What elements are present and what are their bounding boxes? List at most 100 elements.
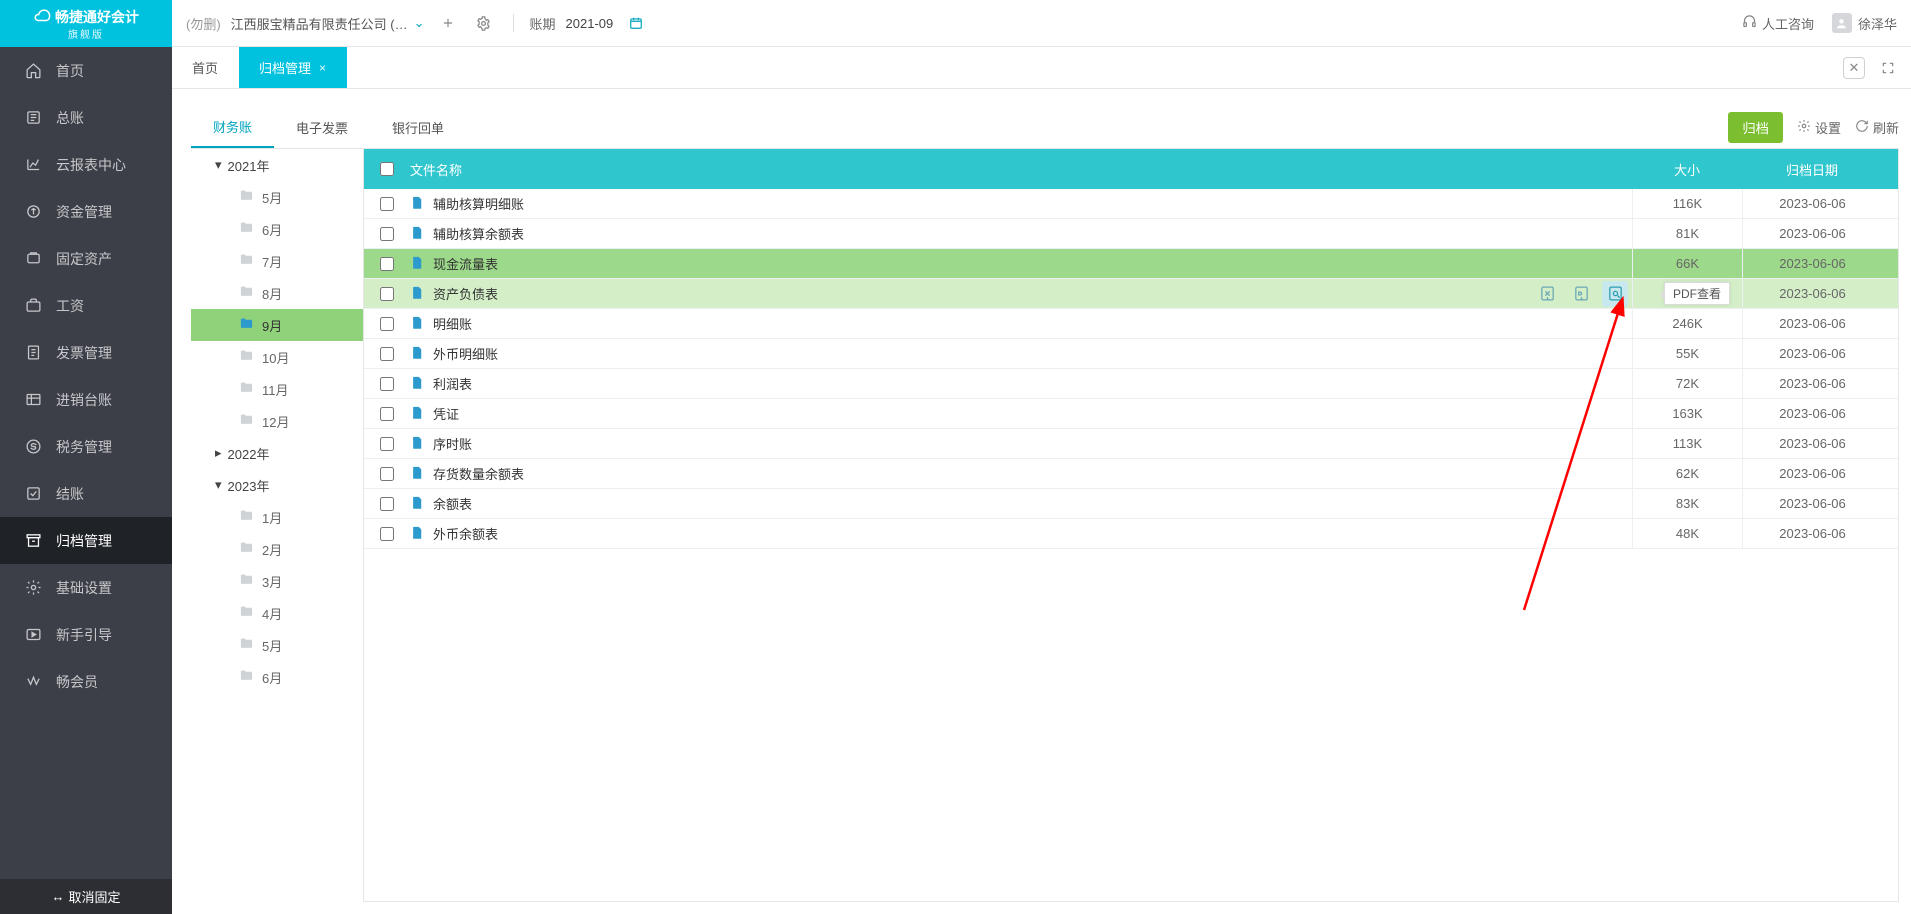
tree-month[interactable]: 5月 (191, 181, 363, 213)
table-row[interactable]: 利润表 72K 2023-06-06 (364, 369, 1898, 399)
table-row[interactable]: 余额表 83K 2023-06-06 (364, 489, 1898, 519)
nav-item-13[interactable]: 畅会员 (0, 658, 172, 705)
file-name: 余额表 (433, 494, 472, 513)
row-checkbox[interactable] (380, 407, 394, 421)
sidebar: 畅捷通好会计 旗舰版 首页总账云报表中心资金管理固定资产工资发票管理进销台账税务… (0, 0, 172, 914)
table-row[interactable]: 存货数量余额表 62K 2023-06-06 (364, 459, 1898, 489)
folder-icon (239, 284, 254, 302)
nav-item-12[interactable]: 新手引导 (0, 611, 172, 658)
settings-link[interactable]: 设置 (1797, 118, 1841, 137)
row-checkbox[interactable] (380, 317, 394, 331)
fullscreen-icon[interactable] (1875, 55, 1901, 81)
stock-icon (24, 391, 42, 409)
tree-month[interactable]: 6月 (191, 661, 363, 693)
nav-item-9[interactable]: 结账 (0, 470, 172, 517)
tree-month[interactable]: 6月 (191, 213, 363, 245)
archive-date: 2023-06-06 (1742, 489, 1882, 518)
workspace-tabs: 首页归档管理× ✕ (172, 47, 1911, 89)
nav-item-6[interactable]: 发票管理 (0, 329, 172, 376)
nav-item-5[interactable]: 工资 (0, 282, 172, 329)
tree-month[interactable]: 7月 (191, 245, 363, 277)
row-checkbox[interactable] (380, 497, 394, 511)
calendar-icon[interactable] (623, 10, 649, 36)
subtab-0[interactable]: 财务账 (191, 107, 274, 148)
download-pdf-icon[interactable] (1568, 281, 1594, 307)
company-settings-button[interactable] (471, 10, 497, 36)
table-row[interactable]: 序时账 113K 2023-06-06 (364, 429, 1898, 459)
row-checkbox[interactable] (380, 197, 394, 211)
tree-month[interactable]: 4月 (191, 597, 363, 629)
file-name: 辅助核算明细账 (433, 194, 524, 213)
period-value[interactable]: 2021-09 (566, 16, 614, 31)
row-checkbox[interactable] (380, 437, 394, 451)
period-label: 账期 (530, 14, 556, 33)
gear-icon (24, 579, 42, 597)
nav-item-3[interactable]: 资金管理 (0, 188, 172, 235)
tree-month[interactable]: 8月 (191, 277, 363, 309)
row-checkbox[interactable] (380, 227, 394, 241)
tree-month[interactable]: 9月 (191, 309, 363, 341)
folder-icon (239, 348, 254, 366)
refresh-link[interactable]: 刷新 (1855, 118, 1899, 137)
gear-icon (1797, 119, 1811, 136)
row-checkbox[interactable] (380, 287, 394, 301)
view-pdf-icon[interactable] (1602, 281, 1628, 307)
chart-icon (24, 156, 42, 174)
workspace-tab-0[interactable]: 首页 (172, 47, 239, 88)
tree-month[interactable]: 2月 (191, 533, 363, 565)
file-name: 外币明细账 (433, 344, 498, 363)
table-row[interactable]: 凭证 163K 2023-06-06 (364, 399, 1898, 429)
close-tab-icon[interactable]: × (319, 61, 326, 75)
subtab-1[interactable]: 电子发票 (274, 107, 370, 148)
folder-icon (239, 316, 254, 334)
table-row[interactable]: 外币明细账 55K 2023-06-06 (364, 339, 1898, 369)
table-row[interactable]: 辅助核算余额表 81K 2023-06-06 (364, 219, 1898, 249)
unpin-sidebar[interactable]: ↔ 取消固定 (0, 879, 172, 914)
brand-logo: 畅捷通好会计 旗舰版 (0, 0, 172, 47)
row-checkbox[interactable] (380, 347, 394, 361)
file-table: 文件名称 大小 归档日期 辅助核算明细账 116K 2023-06-06 辅助核… (363, 149, 1899, 902)
tree-year-2[interactable]: ▾2023年 (191, 469, 363, 501)
table-row[interactable]: 辅助核算明细账 116K 2023-06-06 (364, 189, 1898, 219)
subtab-2[interactable]: 银行回单 (370, 107, 466, 148)
file-size: 246K (1632, 309, 1742, 338)
doc-icon (410, 255, 425, 273)
tree-year-0[interactable]: ▾2021年 (191, 149, 363, 181)
table-row[interactable]: 明细账 246K 2023-06-06 (364, 309, 1898, 339)
consult-button[interactable]: 人工咨询 (1742, 14, 1814, 33)
archive-button[interactable]: 归档 (1728, 112, 1783, 143)
archive-subtabs: 财务账电子发票银行回单 归档 设置 刷新 (191, 107, 1899, 149)
table-row[interactable]: 资产负债表 PDF查看 1K 2023-06-06 (364, 279, 1898, 309)
tree-year-1[interactable]: ▸2022年 (191, 437, 363, 469)
nav-item-1[interactable]: 总账 (0, 94, 172, 141)
row-checkbox[interactable] (380, 467, 394, 481)
tree-month[interactable]: 1月 (191, 501, 363, 533)
nav-item-7[interactable]: 进销台账 (0, 376, 172, 423)
tree-month[interactable]: 12月 (191, 405, 363, 437)
download-xls-icon[interactable] (1534, 281, 1560, 307)
nav-item-10[interactable]: 归档管理 (0, 517, 172, 564)
nav-item-4[interactable]: 固定资产 (0, 235, 172, 282)
select-all-checkbox[interactable] (380, 162, 394, 176)
table-row[interactable]: 现金流量表 66K 2023-06-06 (364, 249, 1898, 279)
nav-item-8[interactable]: 税务管理 (0, 423, 172, 470)
tree-month[interactable]: 10月 (191, 341, 363, 373)
user-menu[interactable]: 徐泽华 (1832, 13, 1897, 33)
folder-icon (239, 508, 254, 526)
row-checkbox[interactable] (380, 257, 394, 271)
nav-item-0[interactable]: 首页 (0, 47, 172, 94)
tree-month[interactable]: 3月 (191, 565, 363, 597)
tree-month[interactable]: 11月 (191, 373, 363, 405)
add-company-button[interactable] (435, 10, 461, 36)
table-row[interactable]: 外币余额表 48K 2023-06-06 (364, 519, 1898, 549)
row-checkbox[interactable] (380, 377, 394, 391)
file-size: 48K (1632, 519, 1742, 548)
row-actions (1534, 279, 1628, 308)
tree-month[interactable]: 5月 (191, 629, 363, 661)
nav-item-11[interactable]: 基础设置 (0, 564, 172, 611)
company-selector[interactable]: 江西服宝精品有限责任公司 (… ⌄ (231, 14, 425, 33)
workspace-tab-1[interactable]: 归档管理× (239, 47, 347, 88)
row-checkbox[interactable] (380, 527, 394, 541)
nav-item-2[interactable]: 云报表中心 (0, 141, 172, 188)
close-all-tabs-icon[interactable]: ✕ (1843, 57, 1865, 79)
